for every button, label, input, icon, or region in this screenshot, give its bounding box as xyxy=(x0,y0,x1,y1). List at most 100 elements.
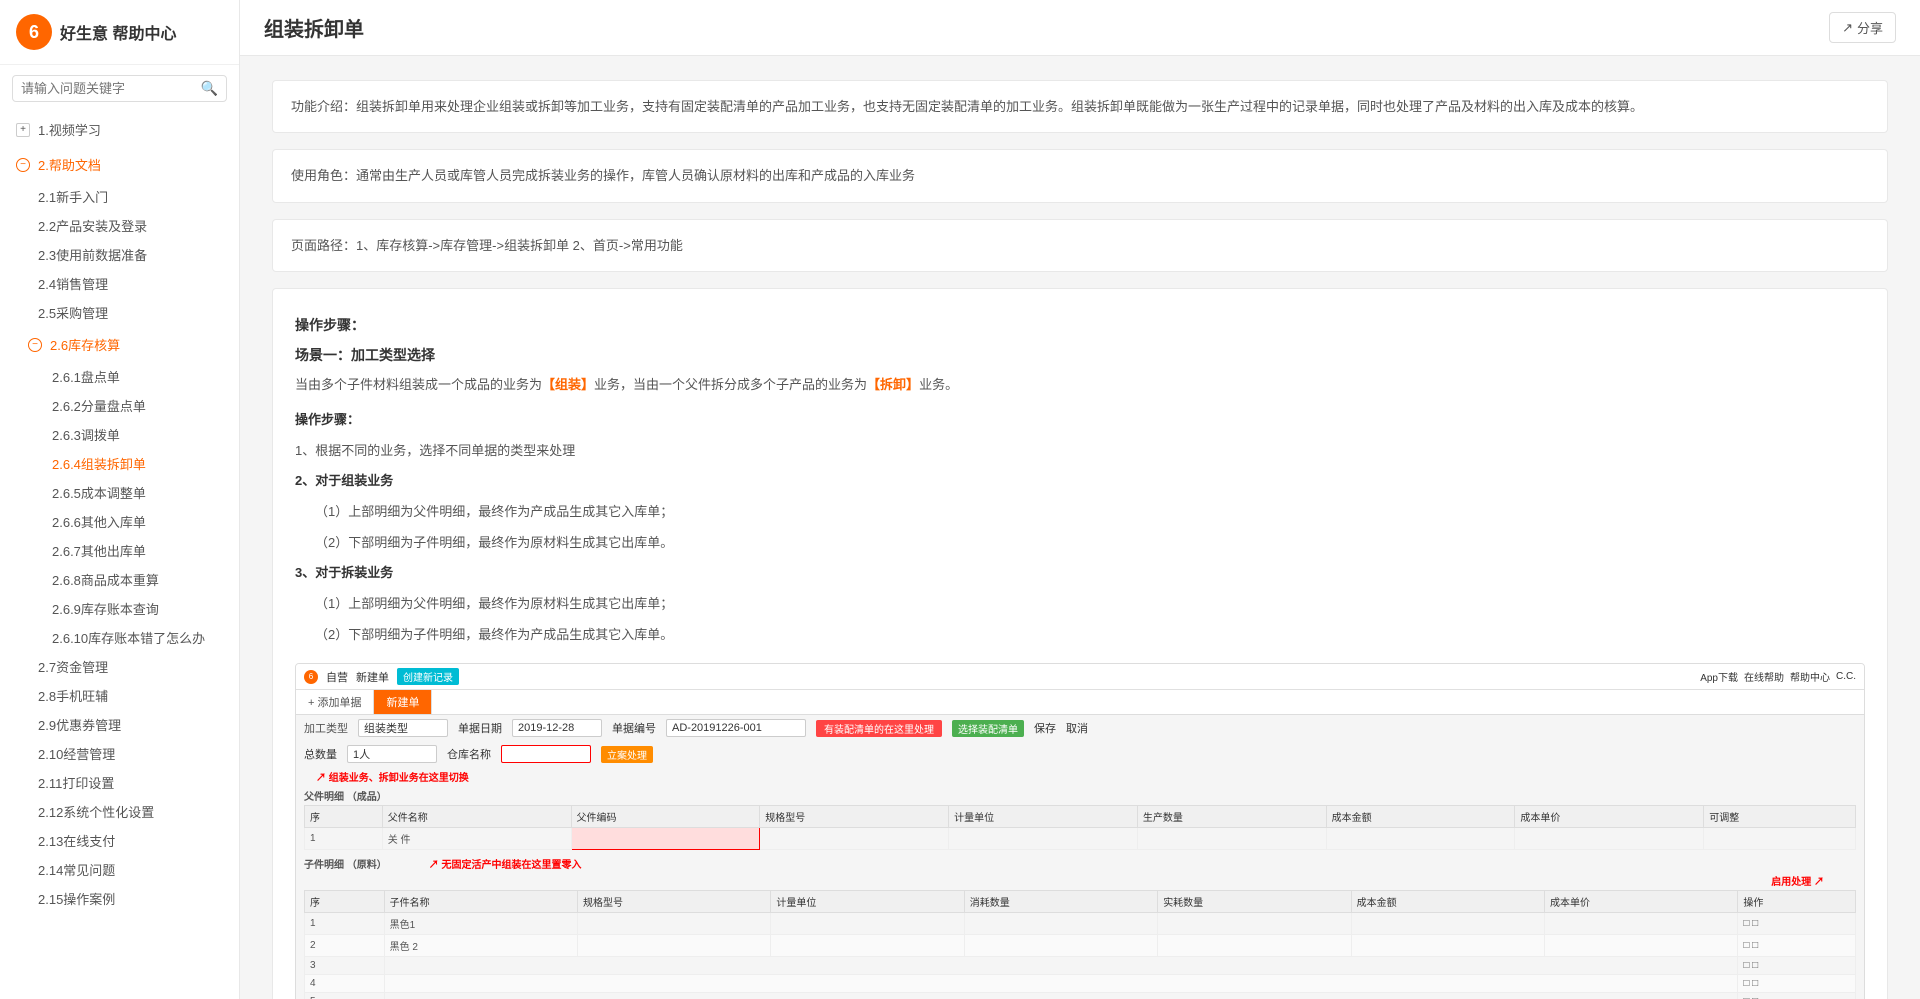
sidebar-item-cost-adjust[interactable]: 2.6.5成本调整单 xyxy=(0,478,239,507)
mock-bottom-table-wrap: 序 子件名称 规格型号 计量单位 消耗数量 实耗数量 成本金额 成本单价 操作 xyxy=(296,890,1864,999)
b-unit-cost-1 xyxy=(1544,913,1737,935)
top-seq: 1 xyxy=(305,828,383,850)
sidebar-item-docs[interactable]: − 2.帮助文档 xyxy=(0,147,239,182)
mock-select-bom[interactable]: 选择装配清单 xyxy=(952,720,1024,737)
mock-tab-active[interactable]: 新建单 xyxy=(374,690,432,714)
b-seq-1: 1 xyxy=(305,913,385,935)
mock-highlight-tag: 有装配清单的在这里处理 xyxy=(816,720,942,737)
b-unit-cost-2 xyxy=(1544,935,1737,957)
sidebar-item-mobile[interactable]: 2.8手机旺辅 xyxy=(0,681,239,710)
mock-th-adj: 可调整 xyxy=(1704,806,1856,828)
b-cons-2 xyxy=(964,935,1157,957)
logo-area: 6 好生意 帮助中心 xyxy=(0,0,239,65)
b-op-3: □ □ xyxy=(1738,957,1856,975)
mock-screen: 6 自营 新建单 创建新记录 App下载 在线帮助 帮助中心 C.C. xyxy=(296,664,1864,999)
b-unit-1 xyxy=(771,913,964,935)
sidebar-item-assemble[interactable]: 2.6.4组装拆卸单 xyxy=(0,449,239,478)
b-cost-1 xyxy=(1351,913,1544,935)
mock-top-table: 序 父件名称 父件编码 规格型号 计量单位 生产数量 成本金额 成本单价 可调整 xyxy=(304,805,1856,850)
step3-2: （2）下部明细为子件明细，最终作为产成品生成其它入库单。 xyxy=(295,623,1865,648)
mock-label-qty: 总数量 xyxy=(304,746,337,762)
sidebar-item-purchase[interactable]: 2.5采购管理 xyxy=(0,298,239,327)
b-empty-3 xyxy=(384,957,1738,975)
search-icon[interactable]: 🔍 xyxy=(201,80,218,97)
mock-date-input[interactable] xyxy=(512,719,602,737)
share-button[interactable]: ↗ 分享 xyxy=(1829,12,1896,43)
search-box[interactable]: 🔍 xyxy=(12,75,227,102)
mock-tab-add[interactable]: + 添加单据 xyxy=(296,690,374,714)
sidebar-item-newcomer[interactable]: 2.1新手入门 xyxy=(0,182,239,211)
sidebar-item-inventory[interactable]: − 2.6库存核算 xyxy=(0,327,239,362)
top-adj xyxy=(1704,828,1856,850)
mock-warehouse-input[interactable] xyxy=(501,745,591,763)
sidebar-item-print[interactable]: 2.11打印设置 xyxy=(0,768,239,797)
sidebar: 6 好生意 帮助中心 🔍 + 1.视频学习 − 2.帮助文档 2.1新手入门 2… xyxy=(0,0,240,999)
sidebar-item-video[interactable]: + 1.视频学习 xyxy=(0,112,239,147)
mock-label-type: 加工类型 xyxy=(304,720,348,736)
main-content: 组装拆卸单 ↗ 分享 功能介绍：组装拆卸单用来处理企业组装或拆卸等加工业务，支持… xyxy=(240,0,1920,999)
mock-qty-input[interactable] xyxy=(347,745,437,763)
mock-bth-seq: 序 xyxy=(305,891,385,913)
sidebar-item-check[interactable]: 2.6.1盘点单 xyxy=(0,362,239,391)
content-area: 功能介绍：组装拆卸单用来处理企业组装或拆卸等加工业务，支持有固定装配清单的产品加… xyxy=(240,56,1920,999)
mock-th-prod-qty: 生产数量 xyxy=(1137,806,1326,828)
sidebar-item-ops[interactable]: 2.10经营管理 xyxy=(0,739,239,768)
sidebar-item-coupon[interactable]: 2.9优惠券管理 xyxy=(0,710,239,739)
b-op-1: □ □ xyxy=(1738,913,1856,935)
table-row: 5 □ □ xyxy=(305,993,1856,999)
sidebar-item-faq[interactable]: 2.14常见问题 xyxy=(0,855,239,884)
top-code xyxy=(571,828,760,850)
sidebar-item-sales[interactable]: 2.4销售管理 xyxy=(0,269,239,298)
sidebar-item-wrong-account[interactable]: 2.6.10库存账本错了怎么办 xyxy=(0,623,239,652)
sidebar-item-data-prep[interactable]: 2.3使用前数据准备 xyxy=(0,240,239,269)
b-unit-2 xyxy=(771,935,964,957)
search-input[interactable] xyxy=(21,81,201,96)
sidebar-item-install[interactable]: 2.2产品安装及登录 xyxy=(0,211,239,240)
mock-help: 在线帮助 xyxy=(1744,669,1784,684)
mock-no-input[interactable] xyxy=(666,719,806,737)
mock-titlebar: 6 自营 新建单 创建新记录 App下载 在线帮助 帮助中心 C.C. xyxy=(296,664,1864,690)
sidebar-item-partial-check[interactable]: 2.6.2分量盘点单 xyxy=(0,391,239,420)
share-icon: ↗ xyxy=(1842,20,1853,36)
mock-th-unit: 计量单位 xyxy=(949,806,1138,828)
mock-tabs-area: 新建单 xyxy=(356,669,389,685)
top-prod-qty xyxy=(1137,828,1326,850)
sidebar-item-goods-cost[interactable]: 2.6.8商品成本重算 xyxy=(0,565,239,594)
ops-heading: 操作步骤： xyxy=(295,315,1865,335)
mock-label-date: 单据日期 xyxy=(458,720,502,736)
sidebar-item-other-out[interactable]: 2.6.7其他出库单 xyxy=(0,536,239,565)
mock-confirm-btn[interactable]: 立案处理 xyxy=(601,746,653,763)
sidebar-item-online-pay[interactable]: 2.13在线支付 xyxy=(0,826,239,855)
mock-type-input[interactable] xyxy=(358,719,448,737)
mock-bth-unit: 消耗数量 xyxy=(964,891,1157,913)
sidebar-item-cases[interactable]: 2.15操作案例 xyxy=(0,884,239,913)
scene-desc: 当由多个子件材料组装成一个成品的业务为【组装】业务，当由一个父件拆分成多个子产品… xyxy=(295,373,1865,398)
b-op-4: □ □ xyxy=(1738,975,1856,993)
path-block: 页面路径：1、库存核算->库存管理->组装拆卸单 2、首页->常用功能 xyxy=(272,219,1888,272)
mock-th-unit-cost: 成本单价 xyxy=(1515,806,1704,828)
mock-form-row-2: 总数量 仓库名称 立案处理 xyxy=(296,741,1864,767)
sidebar-item-adjust[interactable]: 2.6.3调拨单 xyxy=(0,420,239,449)
sidebar-item-inv-check[interactable]: 2.6.9库存账本查询 xyxy=(0,594,239,623)
mock-bth-name: 子件名称 xyxy=(384,891,577,913)
mock-title: 自营 xyxy=(326,669,348,685)
mock-bth-unit-cost: 操作 xyxy=(1738,891,1856,913)
b-seq-3: 3 xyxy=(305,957,385,975)
mock-th-parent-code: 父件编码 xyxy=(571,806,760,828)
top-unit xyxy=(949,828,1138,850)
mock-save: 保存 xyxy=(1034,720,1056,736)
annotation-switch-text: ↗ 组装业务、拆卸业务在这里切换 xyxy=(316,773,469,784)
top-parent-name: 关 件 xyxy=(382,828,571,850)
mock-top-right: App下载 在线帮助 帮助中心 C.C. xyxy=(1700,669,1856,684)
top-unit-cost xyxy=(1515,828,1704,850)
role-block: 使用角色：通常由生产人员或库管人员完成拆装业务的操作，库管人员确认原材料的出库和… xyxy=(272,149,1888,202)
expand-icon-video: + xyxy=(16,123,30,137)
mock-logo: 6 xyxy=(304,670,318,684)
mock-th-parent: 父件名称 xyxy=(382,806,571,828)
sidebar-item-other-in[interactable]: 2.6.6其他入库单 xyxy=(0,507,239,536)
sidebar-item-finance[interactable]: 2.7资金管理 xyxy=(0,652,239,681)
mock-help-center: 帮助中心 xyxy=(1790,669,1830,684)
mock-bottom-table-label-row: 子件明细 （原料） ↗ 无固定活产中组装在这里置零入 xyxy=(296,854,1864,873)
sidebar-item-system[interactable]: 2.12系统个性化设置 xyxy=(0,797,239,826)
step1: 1、根据不同的业务，选择不同单据的类型来处理 xyxy=(295,439,1865,464)
